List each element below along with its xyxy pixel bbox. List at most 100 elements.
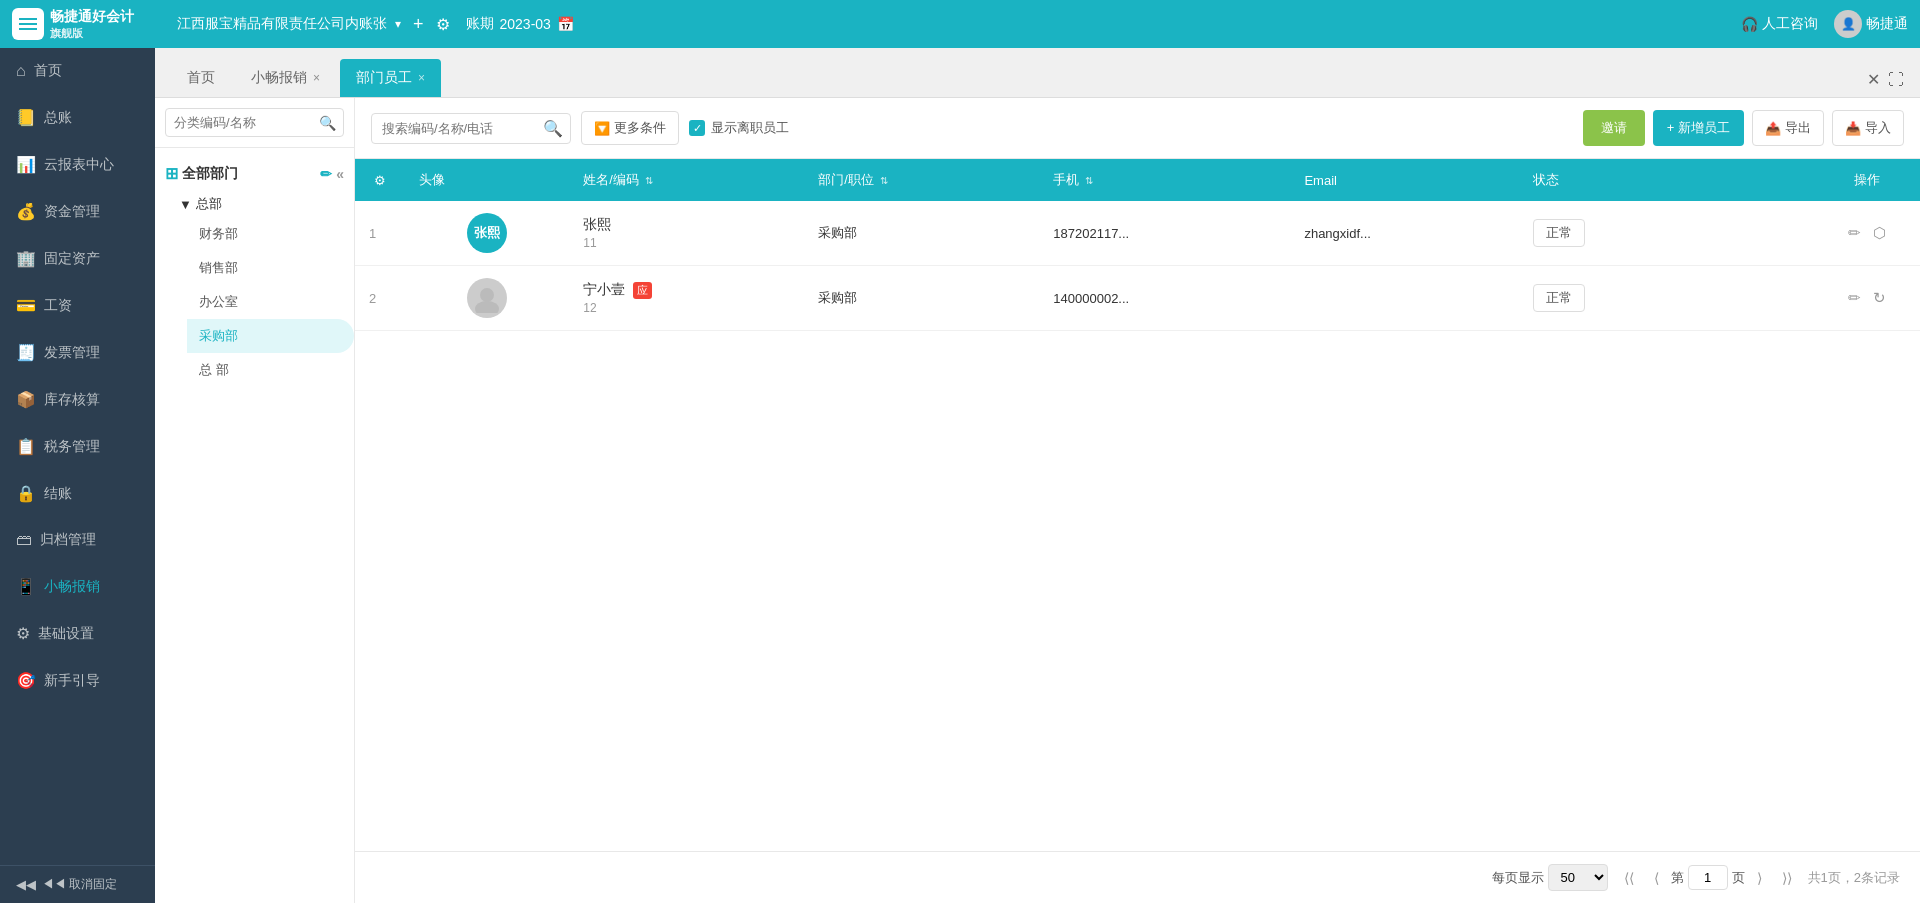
prev-page-button[interactable]: ⟨ [1646, 866, 1667, 890]
sidebar-item-basic-settings[interactable]: ⚙ 基础设置 [0, 610, 155, 657]
user-menu[interactable]: 👤 畅捷通 [1834, 10, 1908, 38]
col-settings[interactable]: ⚙ [355, 159, 405, 201]
fund-icon: 💰 [16, 202, 36, 221]
col-name-code[interactable]: 姓名/编码 ⇅ [569, 159, 804, 201]
sidebar-label-expense: 小畅报销 [44, 578, 100, 596]
employee-search-icon[interactable]: 🔍 [543, 119, 563, 138]
period-value: 2023-03 [500, 16, 551, 32]
employee-search-box: 🔍 [371, 113, 571, 144]
dept-item-office[interactable]: 办公室 [187, 285, 354, 319]
add-employee-button[interactable]: + 新增员工 [1653, 110, 1744, 146]
employee-panel: 🔍 🔽 更多条件 ✓ 显示离职员工 邀请 [355, 98, 1920, 903]
payroll-icon: 💳 [16, 296, 36, 315]
row-actions-1: ✏ ⬡ [1712, 201, 1920, 266]
total-records-label: 共1页，2条记录 [1808, 869, 1900, 887]
page-content: 🔍 ⊞ 全部部门 ✏ « ▼ 总部 [155, 98, 1920, 903]
sidebar-item-inventory[interactable]: 📦 库存核算 [0, 376, 155, 423]
tab-dept-employee[interactable]: 部门员工 × [340, 59, 441, 97]
company-dropdown-icon[interactable]: ▾ [395, 17, 401, 31]
invite-button[interactable]: 邀请 [1583, 110, 1645, 146]
dept-item-general[interactable]: 总 部 [187, 353, 354, 387]
sidebar-item-reports[interactable]: 📊 云报表中心 [0, 141, 155, 188]
dept-subtree: ▼ 总部 财务部 销售部 办公室 采购部 总 部 [155, 191, 354, 387]
filter-label: 更多条件 [614, 119, 666, 137]
sidebar-item-tax[interactable]: 📋 税务管理 [0, 423, 155, 470]
import-icon: 📥 [1845, 121, 1861, 136]
all-dept-item[interactable]: ⊞ 全部部门 ✏ « [155, 156, 354, 191]
row-num-2: 2 [355, 266, 405, 331]
tab-dept-close[interactable]: × [418, 71, 425, 85]
all-dept-label: 全部部门 [182, 165, 238, 183]
per-page-label: 每页显示 [1492, 869, 1544, 887]
tab-bar: 首页 小畅报销 × 部门员工 × ✕ ⛶ [155, 48, 1920, 98]
ledger-icon: 📒 [16, 108, 36, 127]
add-company-button[interactable]: + [413, 14, 424, 35]
employee-search-input[interactable] [371, 113, 571, 144]
sidebar-item-home[interactable]: ⌂ 首页 [0, 48, 155, 94]
calendar-icon[interactable]: 📅 [557, 16, 574, 32]
tab-close-button[interactable]: ✕ [1867, 70, 1880, 89]
dept-search-wrap: 🔍 [165, 108, 344, 137]
basic-settings-icon: ⚙ [16, 624, 30, 643]
import-button[interactable]: 📥 导入 [1832, 110, 1904, 146]
logout-icon-1[interactable]: ⬡ [1873, 224, 1886, 242]
unpin-sidebar-button[interactable]: ◀◀ ◀◀ 取消固定 [0, 865, 155, 903]
sidebar-item-ledger[interactable]: 📒 总账 [0, 94, 155, 141]
settings-icon[interactable]: ⚙ [436, 15, 450, 34]
tab-dept-label: 部门员工 [356, 69, 412, 87]
guide-icon: 🎯 [16, 671, 36, 690]
dept-item-purchase[interactable]: 采购部 [187, 319, 354, 353]
company-selector[interactable]: 江西服宝精品有限责任公司内账张 ▾ [177, 15, 401, 33]
pagination-bar: 每页显示 50 10 20 100 ⟨⟨ ⟨ 第 页 [355, 851, 1920, 903]
show-resigned-checkbox[interactable]: ✓ [689, 120, 705, 136]
tab-expense-close[interactable]: × [313, 71, 320, 85]
per-page-dropdown[interactable]: 50 10 20 100 [1548, 864, 1608, 891]
export-button[interactable]: 📤 导出 [1752, 110, 1824, 146]
tab-expense-label: 小畅报销 [251, 69, 307, 87]
filter-button[interactable]: 🔽 更多条件 [581, 111, 679, 145]
avatar-2 [467, 278, 507, 318]
col-email: Email [1290, 159, 1518, 201]
tab-expand-button[interactable]: ⛶ [1888, 71, 1904, 89]
dept-item-finance[interactable]: 财务部 [187, 217, 354, 251]
next-page-button[interactable]: ⟩ [1749, 866, 1770, 890]
reports-icon: 📊 [16, 155, 36, 174]
sidebar-item-payroll[interactable]: 💳 工资 [0, 282, 155, 329]
sidebar-item-fund[interactable]: 💰 资金管理 [0, 188, 155, 235]
dept-search-input[interactable] [165, 108, 344, 137]
col-dept-position[interactable]: 部门/职位 ⇅ [804, 159, 1039, 201]
first-page-button[interactable]: ⟨⟨ [1616, 866, 1642, 890]
support-button[interactable]: 🎧 人工咨询 [1741, 15, 1818, 33]
sidebar-item-guide[interactable]: 🎯 新手引导 [0, 657, 155, 704]
grid-icon: ⊞ [165, 164, 178, 183]
employee-code-2: 12 [583, 301, 790, 315]
sidebar-item-expense[interactable]: 📱 小畅报销 [0, 563, 155, 610]
logo-icon [12, 8, 44, 40]
sidebar-item-invoice[interactable]: 🧾 发票管理 [0, 329, 155, 376]
dept-edit-icon[interactable]: ✏ [320, 166, 332, 182]
delete-icon-2[interactable]: ↻ [1873, 289, 1886, 307]
row-name-2: 宁小壹 应 12 [569, 266, 804, 331]
page-number-input[interactable] [1688, 865, 1728, 890]
tab-expense[interactable]: 小畅报销 × [235, 59, 336, 97]
row-dept-2: 采购部 [804, 266, 1039, 331]
dept-item-sales[interactable]: 销售部 [187, 251, 354, 285]
last-page-button[interactable]: ⟩⟩ [1774, 866, 1800, 890]
dept-collapse-icon[interactable]: « [336, 166, 344, 182]
sidebar-item-fixed-assets[interactable]: 🏢 固定资产 [0, 235, 155, 282]
show-resigned-toggle[interactable]: ✓ 显示离职员工 [689, 119, 789, 137]
toolbar-right: 邀请 + 新增员工 📤 导出 📥 导入 [1583, 110, 1904, 146]
dept-search-icon[interactable]: 🔍 [319, 115, 336, 131]
username: 畅捷通 [1866, 15, 1908, 33]
inventory-icon: 📦 [16, 390, 36, 409]
employee-toolbar: 🔍 🔽 更多条件 ✓ 显示离职员工 邀请 [355, 98, 1920, 159]
sidebar-item-archive[interactable]: 🗃 归档管理 [0, 517, 155, 563]
sidebar-item-close[interactable]: 🔒 结账 [0, 470, 155, 517]
edit-icon-2[interactable]: ✏ [1848, 289, 1861, 307]
filter-icon: 🔽 [594, 121, 610, 136]
col-phone[interactable]: 手机 ⇅ [1039, 159, 1290, 201]
page-suffix: 页 [1732, 869, 1745, 887]
tab-home[interactable]: 首页 [171, 59, 231, 97]
main-container: ⌂ 首页 📒 总账 📊 云报表中心 💰 资金管理 🏢 固定资产 💳 工资 🧾 发… [0, 48, 1920, 903]
edit-icon-1[interactable]: ✏ [1848, 224, 1861, 242]
